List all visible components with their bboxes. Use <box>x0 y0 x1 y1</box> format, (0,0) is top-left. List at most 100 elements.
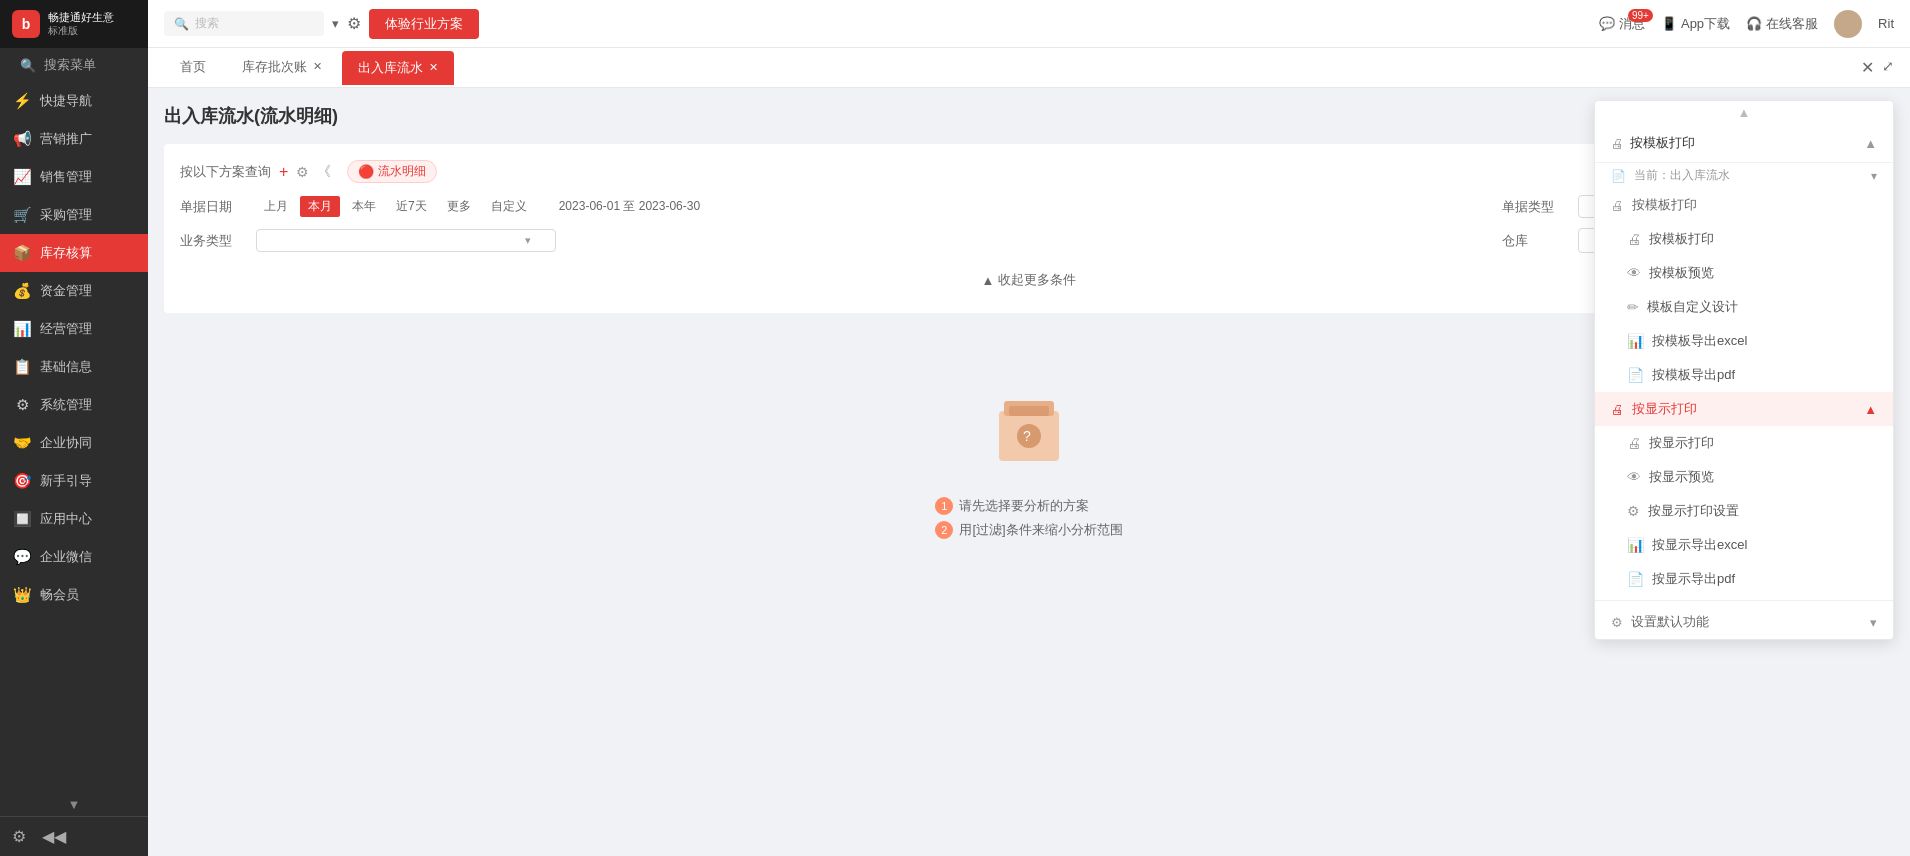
sidebar-item-corp-wechat[interactable]: 💬 企业微信 <box>0 538 148 576</box>
template-preview-item[interactable]: 👁 按模板预览 <box>1595 256 1893 290</box>
tab-batch-close[interactable]: ✕ <box>313 60 322 73</box>
sidebar-item-system[interactable]: ⚙ 系统管理 <box>0 386 148 424</box>
display-pdf-label: 按显示导出pdf <box>1652 570 1735 588</box>
section-set-default-header[interactable]: ⚙ 设置默认功能 ▾ <box>1595 605 1893 639</box>
template-export-pdf-item[interactable]: 📄 按模板导出pdf <box>1595 358 1893 392</box>
tab-bar-expand-icon[interactable]: ⤢ <box>1882 58 1894 77</box>
empty-hint-2-text: 用[过滤]条件来缩小分析范围 <box>959 521 1122 539</box>
sidebar-item-label: 系统管理 <box>40 396 92 414</box>
display-print-settings-item[interactable]: ⚙ 按显示打印设置 <box>1595 494 1893 528</box>
service-icon: 🎧 <box>1746 16 1762 31</box>
sidebar-item-label: 快捷导航 <box>40 92 92 110</box>
dropdown-print-icon: 🖨 <box>1611 136 1624 151</box>
display-preview-item[interactable]: 👁 按显示预览 <box>1595 460 1893 494</box>
basic-icon: 📋 <box>12 358 32 376</box>
date-tab-last-month[interactable]: 上月 <box>256 196 296 217</box>
template-export-excel-item[interactable]: 📊 按模板导出excel <box>1595 324 1893 358</box>
sidebar-settings-icon[interactable]: ⚙ <box>12 827 26 846</box>
topbar-settings-icon[interactable]: ⚙ <box>347 14 361 33</box>
app-icon: 📱 <box>1661 16 1677 31</box>
sidebar-item-label: 采购管理 <box>40 206 92 224</box>
topbar-search-box[interactable]: 🔍 搜索 <box>164 11 324 36</box>
template-print-item[interactable]: 🖨 按模板打印 <box>1595 222 1893 256</box>
sidebar-item-finance[interactable]: 💰 资金管理 <box>0 272 148 310</box>
dropdown-current-label: 📄 当前：出入库流水 ▾ <box>1595 163 1893 188</box>
sidebar-item-guide[interactable]: 🎯 新手引导 <box>0 462 148 500</box>
date-tab-this-year[interactable]: 本年 <box>344 196 384 217</box>
username-label[interactable]: Rit <box>1878 16 1894 31</box>
date-tabs: 上月 本月 本年 近7天 更多 自定义 <box>256 196 535 217</box>
section-template-print-header[interactable]: 🖨 按模板打印 <box>1595 188 1893 222</box>
sidebar-search[interactable]: 🔍 搜索菜单 <box>0 48 148 82</box>
tab-home[interactable]: 首页 <box>164 50 222 86</box>
online-service-button[interactable]: 🎧 在线客服 <box>1746 15 1818 33</box>
sidebar-item-cooperation[interactable]: 🤝 企业协同 <box>0 424 148 462</box>
filter-settings-button[interactable]: ⚙ <box>296 164 309 180</box>
date-tab-7-days[interactable]: 近7天 <box>388 196 435 217</box>
date-tab-this-month[interactable]: 本月 <box>300 196 340 217</box>
template-custom-item[interactable]: ✏ 模板自定义设计 <box>1595 290 1893 324</box>
sidebar-item-operation[interactable]: 📊 经营管理 <box>0 310 148 348</box>
section-display-icon: 🖨 <box>1611 402 1624 417</box>
sidebar-item-app-center[interactable]: 🔲 应用中心 <box>0 500 148 538</box>
sidebar-item-vip[interactable]: 👑 畅会员 <box>0 576 148 614</box>
message-button[interactable]: 💬 消息 99+ <box>1599 15 1645 33</box>
search-placeholder: 搜索 <box>195 15 219 32</box>
section-display-print-header[interactable]: 🖨 按显示打印 ▲ <box>1595 392 1893 426</box>
display-export-pdf-item[interactable]: 📄 按显示导出pdf <box>1595 562 1893 596</box>
sidebar: b 畅捷通好生意 标准版 🔍 搜索菜单 ⚡ 快捷导航 📢 营销推广 📈 销售管理… <box>0 0 148 856</box>
business-type-select[interactable]: ▾ <box>256 229 556 252</box>
sidebar-item-quick-nav[interactable]: ⚡ 快捷导航 <box>0 82 148 120</box>
filter-tag-icon: 🔴 <box>358 164 374 179</box>
sidebar-item-sales[interactable]: 📈 销售管理 <box>0 158 148 196</box>
tab-batch-label: 库存批次账 <box>242 58 307 76</box>
trial-button[interactable]: 体验行业方案 <box>369 9 479 39</box>
filter-add-button[interactable]: + <box>279 163 288 181</box>
sidebar-search-label: 搜索菜单 <box>44 56 96 74</box>
tab-bar-controls: ✕ ⤢ <box>1861 58 1894 77</box>
sidebar-item-label: 新手引导 <box>40 472 92 490</box>
operation-icon: 📊 <box>12 320 32 338</box>
section-default-icon: ⚙ <box>1611 615 1623 630</box>
display-excel-icon: 📊 <box>1627 537 1644 553</box>
sidebar-collapse-icon[interactable]: ◀◀ <box>42 827 66 846</box>
tab-flow[interactable]: 出入库流水 ✕ <box>342 51 454 85</box>
sidebar-scroll-down[interactable]: ▼ <box>0 793 148 816</box>
sidebar-item-purchase[interactable]: 🛒 采购管理 <box>0 196 148 234</box>
display-print-item[interactable]: 🖨 按显示打印 <box>1595 426 1893 460</box>
template-excel-icon: 📊 <box>1627 333 1644 349</box>
sidebar-nav: ⚡ 快捷导航 📢 营销推广 📈 销售管理 🛒 采购管理 📦 库存核算 💰 资金管… <box>0 82 148 793</box>
sidebar-item-label: 销售管理 <box>40 168 92 186</box>
dropdown-header: 🖨 按模板打印 ▲ <box>1595 124 1893 163</box>
doc-type-label: 单据类型 <box>1502 198 1562 216</box>
display-export-excel-item[interactable]: 📊 按显示导出excel <box>1595 528 1893 562</box>
display-excel-label: 按显示导出excel <box>1652 536 1747 554</box>
template-pdf-icon: 📄 <box>1627 367 1644 383</box>
empty-hint-1-text: 请先选择要分析的方案 <box>959 497 1089 515</box>
user-avatar[interactable] <box>1834 10 1862 38</box>
date-tab-custom[interactable]: 自定义 <box>483 196 535 217</box>
dropdown-scroll-up[interactable]: ▲ <box>1595 101 1893 124</box>
topbar: 🔍 搜索 ▾ ⚙ 体验行业方案 💬 消息 99+ 📱 App下载 🎧 在线客服 … <box>148 0 1910 48</box>
template-print-label: 按模板打印 <box>1649 230 1714 248</box>
tab-bar-close-icon[interactable]: ✕ <box>1861 58 1874 77</box>
sidebar-item-label: 资金管理 <box>40 282 92 300</box>
topbar-dropdown-icon[interactable]: ▾ <box>332 16 339 31</box>
filter-collapse-button[interactable]: 《 <box>317 163 331 181</box>
sidebar-item-label: 企业微信 <box>40 548 92 566</box>
sidebar-item-inventory[interactable]: 📦 库存核算 <box>0 234 148 272</box>
app-download-button[interactable]: 📱 App下载 <box>1661 15 1730 33</box>
sidebar-logo: b 畅捷通好生意 标准版 <box>0 0 148 48</box>
business-type-chevron: ▾ <box>525 234 531 247</box>
template-pdf-label: 按模板导出pdf <box>1652 366 1735 384</box>
template-print-icon: 🖨 <box>1627 231 1641 247</box>
date-tab-more[interactable]: 更多 <box>439 196 479 217</box>
filter-title: 按以下方案查询 <box>180 163 271 181</box>
tab-flow-close[interactable]: ✕ <box>429 61 438 74</box>
topbar-right: 💬 消息 99+ 📱 App下载 🎧 在线客服 Rit <box>1599 10 1894 38</box>
sidebar-item-basic[interactable]: 📋 基础信息 <box>0 348 148 386</box>
sidebar-item-marketing[interactable]: 📢 营销推广 <box>0 120 148 158</box>
finance-icon: 💰 <box>12 282 32 300</box>
tab-batch-account[interactable]: 库存批次账 ✕ <box>226 50 338 86</box>
print-dropdown-panel: ▲ 🖨 按模板打印 ▲ 📄 当前：出入库流水 ▾ 🖨 按模板打印 🖨 按模板打印… <box>1594 100 1894 640</box>
